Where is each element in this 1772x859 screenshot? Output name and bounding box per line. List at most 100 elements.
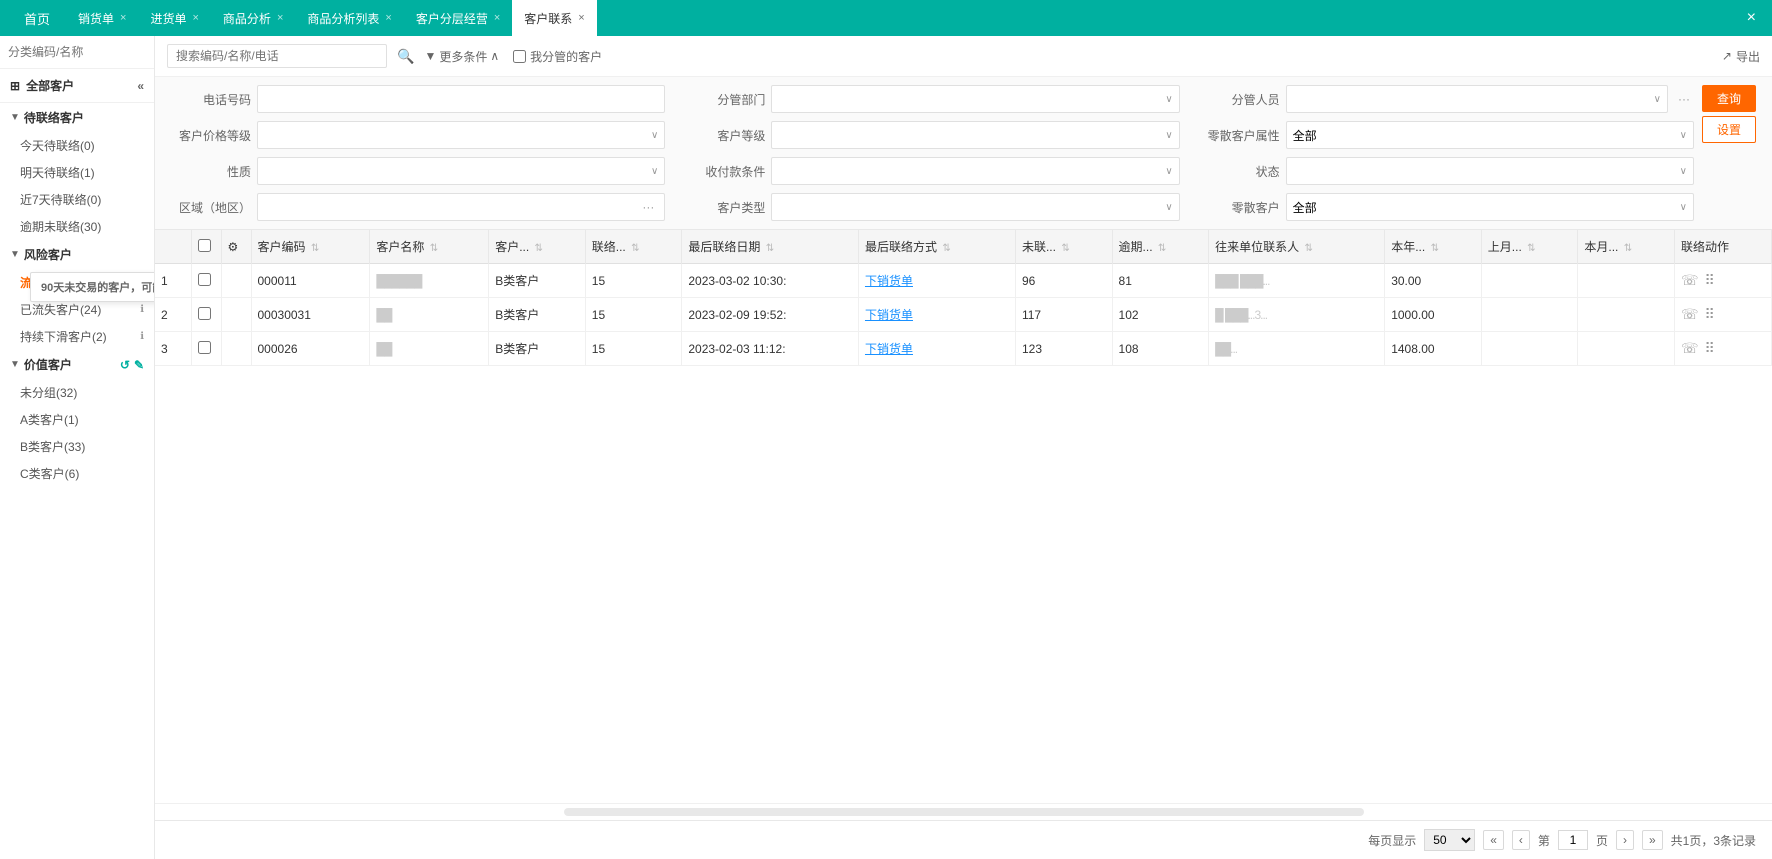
sidebar-item-class-c[interactable]: C类客户(6)	[0, 460, 154, 487]
sidebar-search-input[interactable]	[8, 45, 155, 59]
cell-method-1[interactable]: 下销货单	[858, 264, 1015, 298]
th-type[interactable]: 客户... ⇅	[489, 230, 586, 264]
query-button[interactable]: 查询	[1702, 85, 1756, 112]
sidebar-item-tomorrow[interactable]: 明天待联络(1)	[0, 159, 154, 186]
edit-icon[interactable]: ✎	[134, 358, 144, 372]
filter-payment-select[interactable]: ∨	[771, 157, 1179, 185]
sidebar-item-class-b[interactable]: B类客户(33)	[0, 433, 154, 460]
filter-more-conditions-button[interactable]: ▼ 更多条件 ∧	[424, 48, 499, 65]
th-this-year[interactable]: 本年... ⇅	[1385, 230, 1482, 264]
sidebar-group-value[interactable]: ▼ 价值客户 ↺ ✎	[0, 350, 154, 379]
filter-status-select[interactable]: ∨	[1286, 157, 1694, 185]
filter-nature-select[interactable]: ∨	[257, 157, 665, 185]
collapse-icon[interactable]: «	[137, 79, 144, 93]
row-checkbox-1[interactable]	[198, 273, 211, 286]
settings-button[interactable]: 设置	[1702, 116, 1756, 143]
filter-customer-type-select[interactable]: ∨	[771, 193, 1179, 221]
close-salesorder-icon[interactable]: ×	[120, 12, 126, 24]
sidebar-item-declining[interactable]: 持续下滑客户(2) ℹ	[0, 323, 154, 350]
row-checkbox-3[interactable]	[198, 341, 211, 354]
cell-method-3[interactable]: 下销货单	[858, 332, 1015, 366]
cell-checkbox-2[interactable]	[191, 298, 221, 332]
per-page-select[interactable]: 50 20 100	[1424, 829, 1475, 851]
filter-price-level-select[interactable]: ∨	[257, 121, 665, 149]
dept-select-arrow-icon: ∨	[1165, 94, 1172, 105]
sidebar-group-pending[interactable]: ▼ 待联络客户	[0, 103, 154, 132]
scroll-track[interactable]	[564, 808, 1364, 816]
filter-manager-field: 分管人员 ∨ ···	[1200, 85, 1694, 113]
nav-tab-analysis[interactable]: 商品分析 ×	[211, 0, 295, 36]
th-overdue[interactable]: 逾期... ⇅	[1112, 230, 1209, 264]
sidebar-group-risk[interactable]: ▼ 风险客户 90天未交易的客户，可能有流失风险。	[0, 240, 154, 269]
contact-icon-2[interactable]: ☏	[1681, 306, 1699, 323]
my-customers-checkbox-label[interactable]: 我分管的客户	[513, 48, 602, 65]
sort-date-icon: ⇅	[766, 243, 774, 254]
filter-phone-input[interactable]	[257, 85, 665, 113]
nav-tab-customer-contact[interactable]: 客户联系 ×	[512, 0, 596, 36]
sidebar-item-today[interactable]: 今天待联络(0)	[0, 132, 154, 159]
nav-tab-salesorder[interactable]: 销货单 ×	[66, 0, 138, 36]
cell-method-2[interactable]: 下销货单	[858, 298, 1015, 332]
nav-tab-purchaseorder[interactable]: 进货单 ×	[138, 0, 210, 36]
contact-icon-1[interactable]: ☏	[1681, 272, 1699, 289]
close-customer-contact-icon[interactable]: ×	[578, 12, 584, 24]
sidebar-item-overdue[interactable]: 逾期未联络(30)	[0, 213, 154, 240]
filter-manager-select[interactable]: ∨	[1286, 85, 1668, 113]
filter-customer-level-select[interactable]: ∨	[771, 121, 1179, 149]
next-page-button[interactable]: ›	[1616, 830, 1634, 850]
th-last-contact-date[interactable]: 最后联络日期 ⇅	[682, 230, 859, 264]
advanced-filter: 电话号码 分管部门 ∨ 分管人员	[155, 77, 1772, 230]
table-footer: 每页显示 50 20 100 « ‹ 第 页 › » 共1页，3条记录	[155, 820, 1772, 859]
sidebar-item-ungrouped[interactable]: 未分组(32)	[0, 379, 154, 406]
contact-icon-3[interactable]: ☏	[1681, 340, 1699, 357]
page-number-input[interactable]	[1558, 830, 1588, 850]
nav-home[interactable]: 首页	[8, 9, 66, 28]
export-button[interactable]: ↗ 导出	[1722, 48, 1760, 65]
filter-search-input[interactable]	[167, 44, 387, 68]
th-code[interactable]: 客户编码 ⇅	[251, 230, 370, 264]
sidebar-item-class-a[interactable]: A类客户(1)	[0, 406, 154, 433]
close-customer-tier-icon[interactable]: ×	[494, 12, 500, 24]
filter-sparse-attr-select[interactable]: 全部 ∨	[1286, 121, 1694, 149]
nav-tab-analysis-list[interactable]: 商品分析列表 ×	[295, 0, 403, 36]
first-page-button[interactable]: «	[1483, 830, 1504, 850]
more-icon-2[interactable]: ⠿	[1704, 306, 1714, 323]
filter-region-select[interactable]: ···	[257, 193, 665, 221]
refresh-icon[interactable]: ↺	[120, 358, 130, 372]
th-contact[interactable]: 联络... ⇅	[585, 230, 682, 264]
th-this-month[interactable]: 本月... ⇅	[1578, 230, 1675, 264]
cell-year-3: 1408.00	[1385, 332, 1482, 366]
more-icon-3[interactable]: ⠿	[1704, 340, 1714, 357]
manager-dots-icon[interactable]: ···	[1674, 92, 1694, 106]
sidebar-item-7days[interactable]: 近7天待联络(0)	[0, 186, 154, 213]
th-last-month[interactable]: 上月... ⇅	[1481, 230, 1578, 264]
close-analysis-icon[interactable]: ×	[277, 12, 283, 24]
my-customers-checkbox[interactable]	[513, 50, 526, 63]
cell-type-2: B类客户	[489, 298, 586, 332]
filter-dept-select[interactable]: ∨	[771, 85, 1179, 113]
region-dots-icon[interactable]: ···	[638, 200, 658, 214]
nav-tab-customer-tier[interactable]: 客户分层经营 ×	[404, 0, 512, 36]
th-uncontacted[interactable]: 未联... ⇅	[1015, 230, 1112, 264]
th-last-contact-method[interactable]: 最后联络方式 ⇅	[858, 230, 1015, 264]
last-page-button[interactable]: »	[1642, 830, 1663, 850]
more-icon-1[interactable]: ⠿	[1704, 272, 1714, 289]
th-settings[interactable]: ⚙	[221, 230, 251, 264]
horizontal-scrollbar[interactable]	[155, 803, 1772, 820]
row-checkbox-2[interactable]	[198, 307, 211, 320]
payment-arrow-icon: ∨	[1165, 166, 1172, 177]
th-name[interactable]: 客户名称 ⇅	[370, 230, 489, 264]
th-unit-contact[interactable]: 往来单位联系人 ⇅	[1209, 230, 1385, 264]
filter-sparse-customer-select[interactable]: 全部 ∨	[1286, 193, 1694, 221]
filter-search-button[interactable]: 🔍	[397, 48, 414, 65]
prev-page-button[interactable]: ‹	[1512, 830, 1530, 850]
sidebar-all-customers[interactable]: ⊞ 全部客户 «	[0, 69, 154, 103]
select-all-checkbox[interactable]	[198, 239, 211, 252]
th-checkbox[interactable]	[191, 230, 221, 264]
close-all-tabs-icon[interactable]: ×	[1731, 9, 1772, 27]
filter-nature-field: 性质 ∨	[171, 157, 665, 185]
close-purchaseorder-icon[interactable]: ×	[192, 12, 198, 24]
cell-checkbox-1[interactable]	[191, 264, 221, 298]
cell-checkbox-3[interactable]	[191, 332, 221, 366]
close-analysis-list-icon[interactable]: ×	[385, 12, 391, 24]
